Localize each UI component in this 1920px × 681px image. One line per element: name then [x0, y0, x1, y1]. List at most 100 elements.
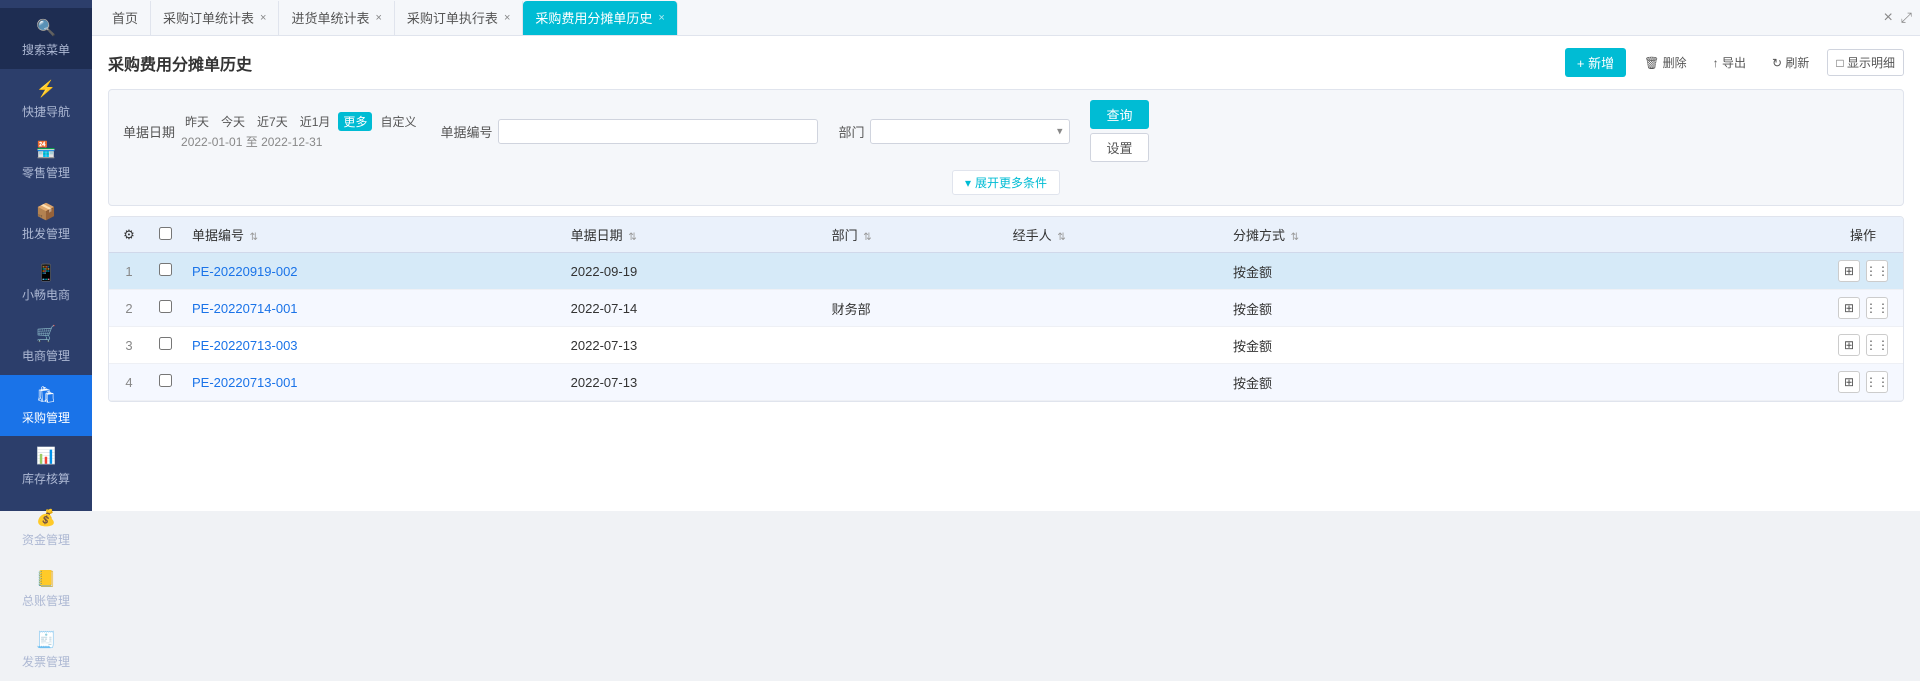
- tab-cost-split-close[interactable]: ×: [658, 12, 664, 24]
- tab-purchase-stat-close[interactable]: ×: [260, 12, 266, 24]
- shortcut-1month[interactable]: 近1月: [296, 112, 335, 131]
- sidebar-item-wholesale[interactable]: 📦 批发管理: [0, 192, 92, 253]
- page-title: 采购费用分摊单历史: [108, 51, 252, 75]
- sort-doc-no-icon[interactable]: ⇅: [250, 232, 258, 243]
- expand-down-icon: ▾: [965, 176, 971, 190]
- col-handler-label: 经手人: [1013, 228, 1052, 243]
- date-field: 单据日期 昨天 今天 近7天 近1月 更多 自定义 2022-01-01 至 2…: [123, 112, 420, 150]
- sidebar-item-label: 批发管理: [22, 227, 70, 241]
- search-settings-button[interactable]: 设置: [1090, 133, 1148, 162]
- row-split-method: 按金额: [1223, 364, 1823, 401]
- column-settings-icon[interactable]: ⚙: [123, 227, 135, 242]
- doc-no-link[interactable]: PE-20220713-001: [192, 375, 298, 390]
- tab-bar: 首页 采购订单统计表 × 进货单统计表 × 采购订单执行表 × 采购费用分摊单历…: [92, 0, 1920, 36]
- row-actions: ⊞ ⋮⋮: [1823, 364, 1903, 401]
- sidebar-item-ledger[interactable]: 📒 总账管理: [0, 559, 92, 620]
- sidebar-item-finance[interactable]: 💰 资金管理: [0, 498, 92, 559]
- tab-purchase-exec[interactable]: 采购订单执行表 ×: [395, 1, 523, 35]
- table-header-row: ⚙ 单据编号 ⇅ 单据日期 ⇅: [109, 217, 1903, 253]
- tab-close-all-icon[interactable]: ×: [1883, 9, 1892, 27]
- doc-no-link[interactable]: PE-20220713-003: [192, 338, 298, 353]
- view-action-icon[interactable]: ⊞: [1838, 371, 1860, 393]
- refresh-button[interactable]: ↻ 刷新: [1764, 50, 1817, 75]
- tab-home[interactable]: 首页: [100, 1, 151, 35]
- row-split-method: 按金额: [1223, 253, 1823, 290]
- sidebar-item-label: 搜索菜单: [22, 43, 70, 57]
- sidebar-item-search[interactable]: 🔍 搜索菜单: [0, 8, 92, 69]
- sort-doc-date-icon[interactable]: ⇅: [628, 232, 636, 243]
- doc-no-link[interactable]: PE-20220919-002: [192, 264, 298, 279]
- row-doc-date: 2022-07-14: [561, 290, 822, 327]
- row-doc-date: 2022-09-19: [561, 253, 822, 290]
- tab-purchase-stat[interactable]: 采购订单统计表 ×: [151, 1, 279, 35]
- add-button[interactable]: + 新增: [1565, 48, 1626, 77]
- data-table-container: ⚙ 单据编号 ⇅ 单据日期 ⇅: [108, 216, 1904, 402]
- sidebar-item-miniapp[interactable]: 📱 小畅电商: [0, 253, 92, 314]
- sidebar-item-quick-nav[interactable]: ⚡ 快捷导航: [0, 69, 92, 130]
- shortcut-yesterday[interactable]: 昨天: [181, 112, 213, 131]
- sidebar: 🔍 搜索菜单 ⚡ 快捷导航 🏪 零售管理 📦 批发管理 📱 小畅电商 🛒 电商管…: [0, 0, 92, 511]
- more-action-icon[interactable]: ⋮⋮: [1866, 371, 1888, 393]
- more-action-icon[interactable]: ⋮⋮: [1866, 297, 1888, 319]
- row-checkbox[interactable]: [159, 374, 172, 387]
- doc-no-input[interactable]: [498, 119, 818, 144]
- row-doc-no: PE-20220919-002: [182, 253, 561, 290]
- main-area: 首页 采购订单统计表 × 进货单统计表 × 采购订单执行表 × 采购费用分摊单历…: [92, 0, 1920, 511]
- row-checkbox[interactable]: [159, 337, 172, 350]
- more-action-icon[interactable]: ⋮⋮: [1866, 334, 1888, 356]
- row-checkbox[interactable]: [159, 263, 172, 276]
- row-num: 2: [109, 290, 149, 327]
- tab-inbound-stat[interactable]: 进货单统计表 ×: [279, 1, 394, 35]
- col-settings[interactable]: ⚙: [109, 217, 149, 253]
- shortcut-more[interactable]: 更多: [338, 112, 372, 131]
- miniapp-icon: 📱: [4, 263, 88, 285]
- tab-purchase-exec-close[interactable]: ×: [504, 12, 510, 24]
- sidebar-item-label: 库存核算: [22, 472, 70, 486]
- row-doc-no: PE-20220713-003: [182, 327, 561, 364]
- view-action-icon[interactable]: ⊞: [1838, 297, 1860, 319]
- row-handler: [1003, 290, 1223, 327]
- view-action-icon[interactable]: ⊞: [1838, 334, 1860, 356]
- data-table: ⚙ 单据编号 ⇅ 单据日期 ⇅: [109, 217, 1903, 401]
- row-actions: ⊞ ⋮⋮: [1823, 290, 1903, 327]
- shortcut-today[interactable]: 今天: [217, 112, 249, 131]
- sort-handler-icon[interactable]: ⇅: [1057, 232, 1065, 243]
- date-label: 单据日期: [123, 122, 175, 141]
- expand-conditions-button[interactable]: ▾ 展开更多条件: [952, 170, 1060, 195]
- tab-restore-icon[interactable]: ⤢: [1901, 9, 1912, 26]
- tab-bar-actions: × ⤢: [1883, 9, 1912, 27]
- more-action-icon[interactable]: ⋮⋮: [1866, 260, 1888, 282]
- col-action: 操作: [1823, 217, 1903, 253]
- shortcut-custom[interactable]: 自定义: [376, 112, 420, 131]
- tab-purchase-exec-label: 采购订单执行表: [407, 8, 498, 27]
- sidebar-item-label: 零售管理: [22, 166, 70, 180]
- sidebar-item-inventory[interactable]: 📊 库存核算: [0, 436, 92, 497]
- ecom-icon: 🛒: [4, 324, 88, 346]
- tab-inbound-stat-close[interactable]: ×: [375, 12, 381, 24]
- row-handler: [1003, 253, 1223, 290]
- shortcut-7days[interactable]: 近7天: [253, 112, 292, 131]
- row-doc-date: 2022-07-13: [561, 327, 822, 364]
- doc-no-link[interactable]: PE-20220714-001: [192, 301, 298, 316]
- sort-dept-icon[interactable]: ⇅: [863, 232, 871, 243]
- sidebar-item-retail[interactable]: 🏪 零售管理: [0, 130, 92, 191]
- sidebar-item-ecom[interactable]: 🛒 电商管理: [0, 314, 92, 375]
- tab-purchase-stat-label: 采购订单统计表: [163, 8, 254, 27]
- row-checkbox[interactable]: [159, 300, 172, 313]
- show-cols-button[interactable]: □ 显示明细: [1827, 49, 1904, 76]
- export-button[interactable]: ↑ 导出: [1705, 50, 1754, 75]
- dept-select[interactable]: [870, 119, 1070, 144]
- col-doc-date-label: 单据日期: [571, 228, 623, 243]
- sidebar-item-invoice[interactable]: 🧾 发票管理: [0, 620, 92, 681]
- sidebar-item-purchase[interactable]: 🛍 采购管理: [0, 375, 92, 436]
- inventory-icon: 📊: [4, 446, 88, 468]
- tab-cost-split[interactable]: 采购费用分摊单历史 ×: [523, 1, 677, 35]
- sort-split-method-icon[interactable]: ⇅: [1291, 232, 1299, 243]
- query-button[interactable]: 查询: [1090, 100, 1148, 129]
- date-range-text: 2022-01-01 至 2022-12-31: [181, 133, 420, 150]
- col-doc-no-label: 单据编号: [192, 228, 244, 243]
- view-action-icon[interactable]: ⊞: [1838, 260, 1860, 282]
- select-all-checkbox[interactable]: [159, 227, 172, 240]
- delete-button[interactable]: 🗑 删除: [1636, 50, 1695, 75]
- search-row: 单据日期 昨天 今天 近7天 近1月 更多 自定义 2022-01-01 至 2…: [123, 100, 1889, 162]
